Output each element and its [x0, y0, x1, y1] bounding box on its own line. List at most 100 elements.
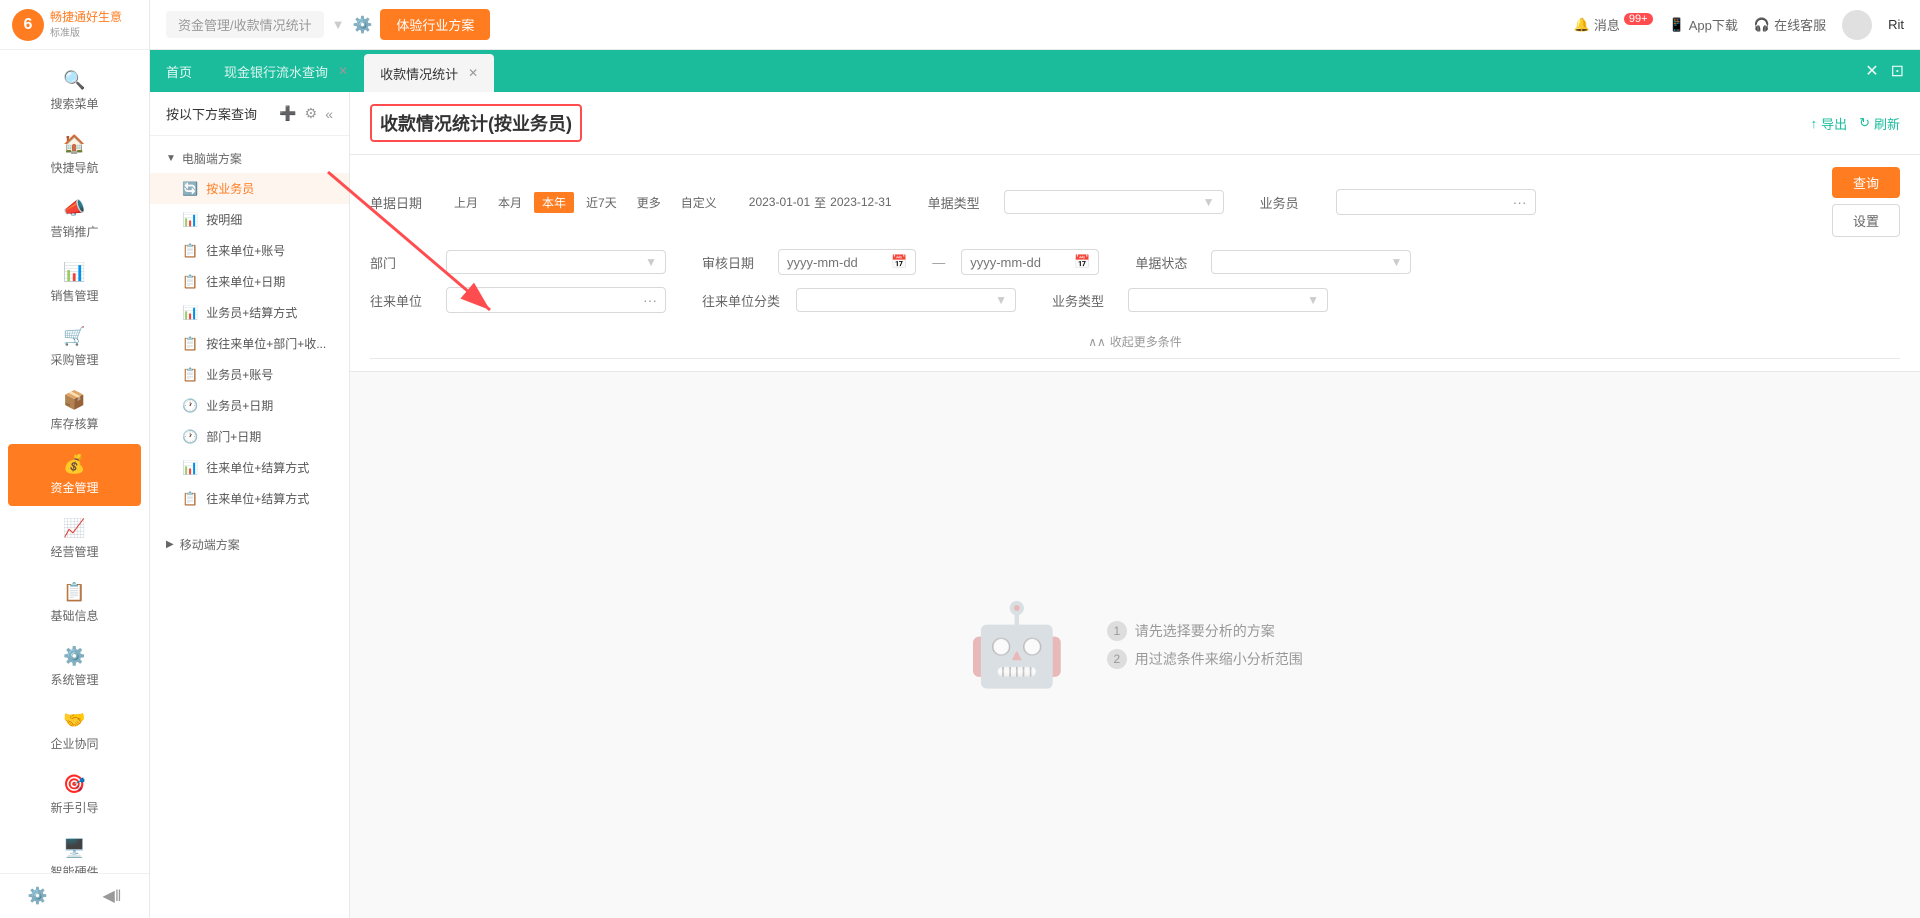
sidebar-item-purchase[interactable]: 🛒 采购管理	[8, 316, 141, 378]
calendar-to-icon[interactable]: 📅	[1074, 254, 1090, 270]
shortcut-last-month[interactable]: 上月	[446, 192, 486, 213]
partner-type-select[interactable]: ▼	[796, 288, 1016, 312]
sidebar-item-sales[interactable]: 📊 销售管理	[8, 252, 141, 314]
finance-icon: 💰	[63, 454, 85, 475]
add-scheme-btn[interactable]: ➕	[279, 105, 296, 122]
tip-text-2: 用过滤条件来缩小分析范围	[1135, 649, 1303, 669]
export-btn[interactable]: ↑ 导出	[1811, 114, 1848, 133]
staff-select[interactable]: ···	[1336, 189, 1536, 215]
doc-status-select[interactable]: ▼	[1211, 250, 1411, 274]
doc-type-select[interactable]: ▼	[1004, 190, 1224, 214]
gear-icon[interactable]: ⚙️	[353, 15, 373, 35]
scheme-by-unit-date[interactable]: 📋 往来单位+日期	[150, 266, 349, 297]
sidebar-item-guide[interactable]: 🎯 新手引导	[8, 764, 141, 826]
scheme-by-detail[interactable]: 📊 按明细	[150, 204, 349, 235]
main-content: 🤖 1 请先选择要分析的方案 2 用过滤条件来缩小分析范围	[350, 372, 1920, 918]
scheme-label: 往来单位+账号	[206, 242, 285, 259]
sidebar-item-inventory[interactable]: 📦 库存核算	[8, 380, 141, 442]
filter-row-3: 往来单位 ··· 往来单位分类 ▼ 业务类型 ▼	[370, 287, 1900, 313]
review-date-label: 审核日期	[702, 253, 762, 272]
sidebar-item-basic[interactable]: 📋 基础信息	[8, 572, 141, 634]
dept-label: 部门	[370, 253, 430, 272]
review-date-from-input[interactable]	[787, 255, 887, 270]
biz-type-label: 业务类型	[1052, 291, 1112, 310]
home-tab-label: 首页	[166, 62, 192, 81]
bank-flow-tab-label: 现金银行流水查询	[224, 62, 328, 81]
scheme-by-staff-date[interactable]: 🕐 业务员+日期	[150, 390, 349, 421]
dropdown-arrow-icon[interactable]: ▼	[332, 17, 345, 32]
sidebar-item-marketing[interactable]: 📣 营销推广	[8, 188, 141, 250]
home-icon: 🏠	[63, 134, 85, 155]
tab-actions: ✕ ⊡	[1865, 61, 1920, 81]
empty-robot-icon: 🤖	[967, 598, 1067, 692]
tab-collection-stats[interactable]: 收款情况统计 ✕	[364, 54, 494, 92]
settings-button[interactable]: 设置	[1832, 204, 1900, 237]
hardware-icon: 🖥️	[63, 838, 85, 859]
user-avatar[interactable]	[1842, 10, 1872, 40]
review-date-to[interactable]: 📅	[961, 249, 1099, 275]
shortcut-7days[interactable]: 近7天	[578, 192, 625, 213]
marketing-icon: 📣	[63, 198, 85, 219]
sidebar-item-finance[interactable]: 💰 资金管理	[8, 444, 141, 506]
top-bar-left: 资金管理/收款情况统计 ▼ ⚙️ 体验行业方案	[166, 9, 1562, 40]
scheme-by-staff-account[interactable]: 📋 业务员+账号	[150, 359, 349, 390]
scheme-label: 往来单位+日期	[206, 273, 285, 290]
tab-home[interactable]: 首页	[150, 50, 208, 92]
online-service-btn[interactable]: 🎧 在线客服	[1754, 15, 1826, 34]
scheme-by-staff-settlement[interactable]: 📊 业务员+结算方式	[150, 297, 349, 328]
scheme-icon: 🕐	[182, 429, 198, 445]
settings-scheme-btn[interactable]: ⚙	[305, 105, 318, 122]
scheme-by-unit-settlement2[interactable]: 📋 往来单位+结算方式	[150, 483, 349, 514]
shortcut-more[interactable]: 更多	[629, 192, 669, 213]
purchase-icon: 🛒	[63, 326, 85, 347]
review-date-from[interactable]: 📅	[778, 249, 916, 275]
shortcut-this-month[interactable]: 本月	[490, 192, 530, 213]
refresh-icon: ↻	[1859, 115, 1870, 131]
partner-label: 往来单位	[370, 291, 430, 310]
mobile-section-header[interactable]: ▶ 移动端方案	[150, 530, 349, 559]
trial-button[interactable]: 体验行业方案	[380, 9, 490, 40]
left-panel-actions: ➕ ⚙ «	[279, 105, 333, 122]
staff-more-icon[interactable]: ···	[1513, 194, 1527, 210]
sidebar-settings-btn[interactable]: ⚙️	[28, 886, 48, 906]
scheme-by-staff[interactable]: 🔄 按业务员	[150, 173, 349, 204]
maximize-icon[interactable]: ⊡	[1891, 61, 1904, 81]
review-date-to-input[interactable]	[970, 255, 1070, 270]
bank-flow-tab-close[interactable]: ✕	[338, 64, 348, 78]
scheme-by-unit-settlement1[interactable]: 📊 往来单位+结算方式	[150, 452, 349, 483]
sidebar-item-operations[interactable]: 📈 经营管理	[8, 508, 141, 570]
scheme-by-unit-dept[interactable]: 📋 按往来单位+部门+收...	[150, 328, 349, 359]
tab-bank-flow[interactable]: 现金银行流水查询 ✕	[208, 50, 364, 92]
sidebar-collapse-btn[interactable]: ◀‖	[103, 886, 122, 906]
sidebar-item-label: 库存核算	[50, 415, 98, 432]
sidebar-item-quick-nav[interactable]: 🏠 快捷导航	[8, 124, 141, 186]
collapse-panel-btn[interactable]: «	[325, 106, 333, 122]
shortcut-custom[interactable]: 自定义	[673, 192, 725, 213]
partner-select[interactable]: ···	[446, 287, 666, 313]
sidebar-item-label: 企业协同	[50, 735, 98, 752]
query-button[interactable]: 查询	[1832, 167, 1900, 198]
system-icon: ⚙️	[63, 646, 85, 667]
app-download-btn[interactable]: 📱 App下载	[1669, 15, 1738, 34]
sidebar-item-label: 采购管理	[50, 351, 98, 368]
desktop-section-header[interactable]: ▼ 电脑端方案	[150, 144, 349, 173]
scheme-icon: 🔄	[182, 181, 198, 197]
collapse-bar[interactable]: ∧∧ 收起更多条件	[370, 325, 1900, 359]
dept-select[interactable]: ▼	[446, 250, 666, 274]
scheme-by-dept-date[interactable]: 🕐 部门+日期	[150, 421, 349, 452]
calendar-from-icon[interactable]: 📅	[891, 254, 907, 270]
shortcut-this-year[interactable]: 本年	[534, 192, 574, 213]
sidebar-item-corp[interactable]: 🤝 企业协同	[8, 700, 141, 762]
close-tab-icon[interactable]: ✕	[1865, 61, 1878, 81]
sidebar-item-system[interactable]: ⚙️ 系统管理	[8, 636, 141, 698]
collection-stats-tab-close[interactable]: ✕	[468, 66, 478, 80]
scheme-by-unit-account[interactable]: 📋 往来单位+账号	[150, 235, 349, 266]
sidebar-item-hardware[interactable]: 🖥️ 智能硬件	[8, 828, 141, 873]
sidebar-item-search[interactable]: 🔍 搜索菜单	[8, 60, 141, 122]
empty-tip-1: 1 请先选择要分析的方案	[1107, 621, 1303, 641]
refresh-btn[interactable]: ↻ 刷新	[1859, 114, 1900, 133]
biz-type-select[interactable]: ▼	[1128, 288, 1328, 312]
notification-btn[interactable]: 🔔 消息 99+	[1574, 15, 1653, 34]
app-download-label: App下载	[1689, 15, 1738, 34]
partner-more-icon[interactable]: ···	[643, 292, 657, 308]
